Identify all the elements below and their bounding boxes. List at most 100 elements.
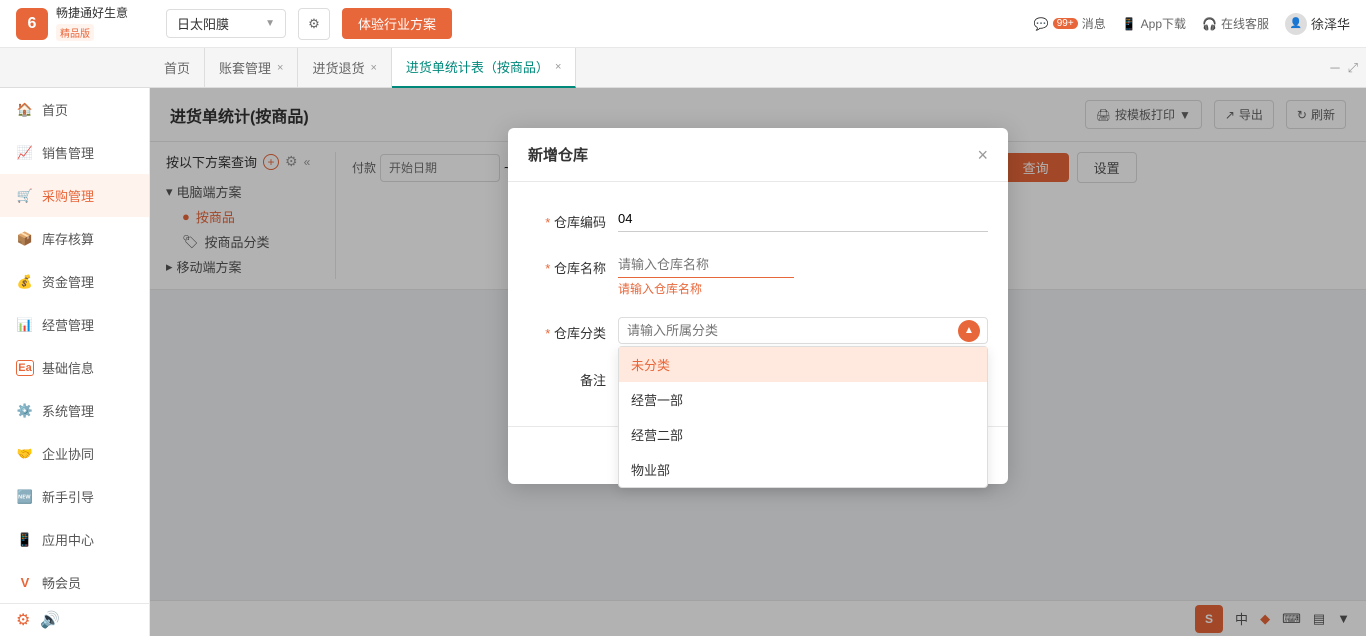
app-download-label: App下载	[1141, 15, 1186, 32]
online-service-label: 在线客服	[1221, 15, 1269, 32]
code-label: * 仓库编码	[528, 206, 618, 231]
sidebar-item-apps-label: 应用中心	[42, 530, 94, 549]
store-selector[interactable]: 日太阳膜 ▼	[166, 9, 286, 38]
sidebar-item-home-label: 首页	[42, 100, 68, 119]
user-name: 徐泽华	[1311, 14, 1350, 33]
form-row-name: * 仓库名称 请输入仓库名称	[528, 252, 988, 297]
tab-purchase-stats-label: 进货单统计表（按商品）	[406, 57, 549, 76]
store-chevron-icon: ▼	[265, 18, 275, 29]
settings-bottom-icon[interactable]: ⚙	[16, 610, 30, 630]
form-row-name-inner: * 仓库名称 请输入仓库名称	[528, 252, 794, 297]
dropdown-item-dept3[interactable]: 物业部	[619, 452, 987, 487]
sidebar-item-inventory[interactable]: 📦 库存核算	[0, 217, 149, 260]
tab-home[interactable]: 首页	[150, 48, 205, 88]
modal-overlay: 新增仓库 × * 仓库编码	[150, 88, 1366, 636]
purchase-icon: 🛒	[16, 187, 34, 205]
sidebar-item-home[interactable]: 🏠 首页	[0, 88, 149, 131]
modal-title: 新增仓库	[528, 144, 588, 165]
code-input[interactable]	[618, 206, 988, 232]
modal-close-button[interactable]: ×	[977, 146, 988, 164]
trial-button[interactable]: 体验行业方案	[342, 8, 452, 39]
base-icon: Ea	[16, 360, 34, 376]
sidebar-item-guide[interactable]: 🆕 新手引导	[0, 475, 149, 518]
tab-bar: 首页 账套管理 × 进货退货 × 进货单统计表（按商品） × ─ ⤢	[0, 48, 1366, 88]
settings-icon[interactable]: ⚙	[298, 8, 330, 40]
tab-account-close[interactable]: ×	[277, 62, 283, 74]
notification-badge: 99+	[1053, 18, 1078, 29]
sidebar-item-base[interactable]: Ea 基础信息	[0, 346, 149, 389]
form-row-code: * 仓库编码	[528, 206, 988, 232]
system-icon: ⚙️	[16, 402, 34, 420]
sidebar-item-management[interactable]: 📊 经营管理	[0, 303, 149, 346]
dropdown-item-dept2[interactable]: 经营二部	[619, 417, 987, 452]
sidebar-item-purchase-label: 采购管理	[42, 186, 94, 205]
sidebar-item-inventory-label: 库存核算	[42, 229, 94, 248]
user-avatar-icon: 👤	[1285, 13, 1307, 35]
notification-label: 消息	[1082, 15, 1106, 32]
mobile-icon: 📱	[1122, 17, 1137, 31]
notes-label: 备注	[528, 364, 618, 389]
sidebar-item-finance[interactable]: 💰 资金管理	[0, 260, 149, 303]
form-row-category: * 仓库分类 ▲ 未分类 经营一部 经营二部 物业部	[528, 317, 988, 344]
name-input-wrapper: 请输入仓库名称	[618, 252, 794, 297]
category-dropdown: 未分类 经营一部 经营二部 物业部	[618, 346, 988, 488]
sidebar-item-vip[interactable]: V 畅会员	[0, 561, 149, 604]
sidebar-item-finance-label: 资金管理	[42, 272, 94, 291]
category-select-wrapper: ▲ 未分类 经营一部 经营二部 物业部	[618, 317, 988, 344]
required-star-cat: *	[545, 326, 550, 341]
modal-add-warehouse: 新增仓库 × * 仓库编码	[508, 128, 1008, 484]
name-input[interactable]	[618, 252, 794, 278]
tab-expand-icon[interactable]: ⤢	[1348, 60, 1358, 76]
name-error-message: 请输入仓库名称	[618, 280, 794, 297]
main-layout: 🏠 首页 📈 销售管理 🛒 采购管理 📦 库存核算 💰 资金管理 📊 经营管理 …	[0, 88, 1366, 636]
app-name: 畅捷通好生意	[56, 6, 128, 22]
management-icon: 📊	[16, 316, 34, 334]
logo-text-area: 畅捷通好生意 精品版	[56, 6, 128, 41]
finance-icon: 💰	[16, 273, 34, 291]
collab-icon: 🤝	[16, 445, 34, 463]
tab-purchase-return[interactable]: 进货退货 ×	[298, 48, 391, 88]
user-item[interactable]: 👤 徐泽华	[1285, 13, 1350, 35]
tab-account-label: 账套管理	[219, 58, 271, 77]
modal-body: * 仓库编码 * 仓库名称	[508, 182, 1008, 426]
apps-icon: 📱	[16, 531, 34, 549]
header-middle: 日太阳膜 ▼ ⚙ 体验行业方案	[166, 8, 1034, 40]
tab-purchase-stats-close[interactable]: ×	[555, 61, 561, 73]
sidebar-item-base-label: 基础信息	[42, 358, 94, 377]
top-header: 6 畅捷通好生意 精品版 日太阳膜 ▼ ⚙ 体验行业方案 💬 99+ 消息 📱 …	[0, 0, 1366, 48]
sidebar-item-vip-label: 畅会员	[42, 573, 81, 592]
sidebar-item-purchase[interactable]: 🛒 采购管理	[0, 174, 149, 217]
app-badge: 精品版	[56, 24, 94, 41]
tab-purchase-return-close[interactable]: ×	[370, 62, 376, 74]
tab-purchase-stats[interactable]: 进货单统计表（按商品） ×	[392, 48, 576, 88]
sidebar-footer: ⚙ 🔊	[0, 603, 150, 636]
sidebar-item-apps[interactable]: 📱 应用中心	[0, 518, 149, 561]
sidebar-item-collab[interactable]: 🤝 企业协同	[0, 432, 149, 475]
tab-bar-actions: ─ ⤢	[1330, 60, 1366, 76]
notification-item[interactable]: 💬 99+ 消息	[1034, 15, 1106, 32]
category-input[interactable]	[618, 317, 988, 344]
volume-icon[interactable]: 🔊	[40, 610, 60, 630]
sidebar-item-guide-label: 新手引导	[42, 487, 94, 506]
store-name: 日太阳膜	[177, 14, 259, 33]
sales-icon: 📈	[16, 144, 34, 162]
sidebar-item-system[interactable]: ⚙️ 系统管理	[0, 389, 149, 432]
modal-header: 新增仓库 ×	[508, 128, 1008, 182]
sidebar-item-sales-label: 销售管理	[42, 143, 94, 162]
online-service-item[interactable]: 🎧 在线客服	[1202, 15, 1269, 32]
sidebar-item-management-label: 经营管理	[42, 315, 94, 334]
sidebar-item-system-label: 系统管理	[42, 401, 94, 420]
message-icon: 💬	[1034, 17, 1049, 31]
guide-icon: 🆕	[16, 488, 34, 506]
dropdown-item-unclassified[interactable]: 未分类	[619, 347, 987, 382]
dropdown-item-dept1[interactable]: 经营一部	[619, 382, 987, 417]
content-area: 进货单统计(按商品) 🖨 按模板打印 ▼ ↗ 导出 ↻ 刷新	[150, 88, 1366, 636]
tab-account[interactable]: 账套管理 ×	[205, 48, 298, 88]
app-logo-icon: 6	[16, 8, 48, 40]
app-download-item[interactable]: 📱 App下载	[1122, 15, 1186, 32]
logo-area: 6 畅捷通好生意 精品版	[16, 6, 166, 41]
tab-minimize-icon[interactable]: ─	[1330, 60, 1339, 75]
home-icon: 🏠	[16, 101, 34, 119]
sidebar-item-sales[interactable]: 📈 销售管理	[0, 131, 149, 174]
category-select-arrow[interactable]: ▲	[958, 320, 980, 342]
